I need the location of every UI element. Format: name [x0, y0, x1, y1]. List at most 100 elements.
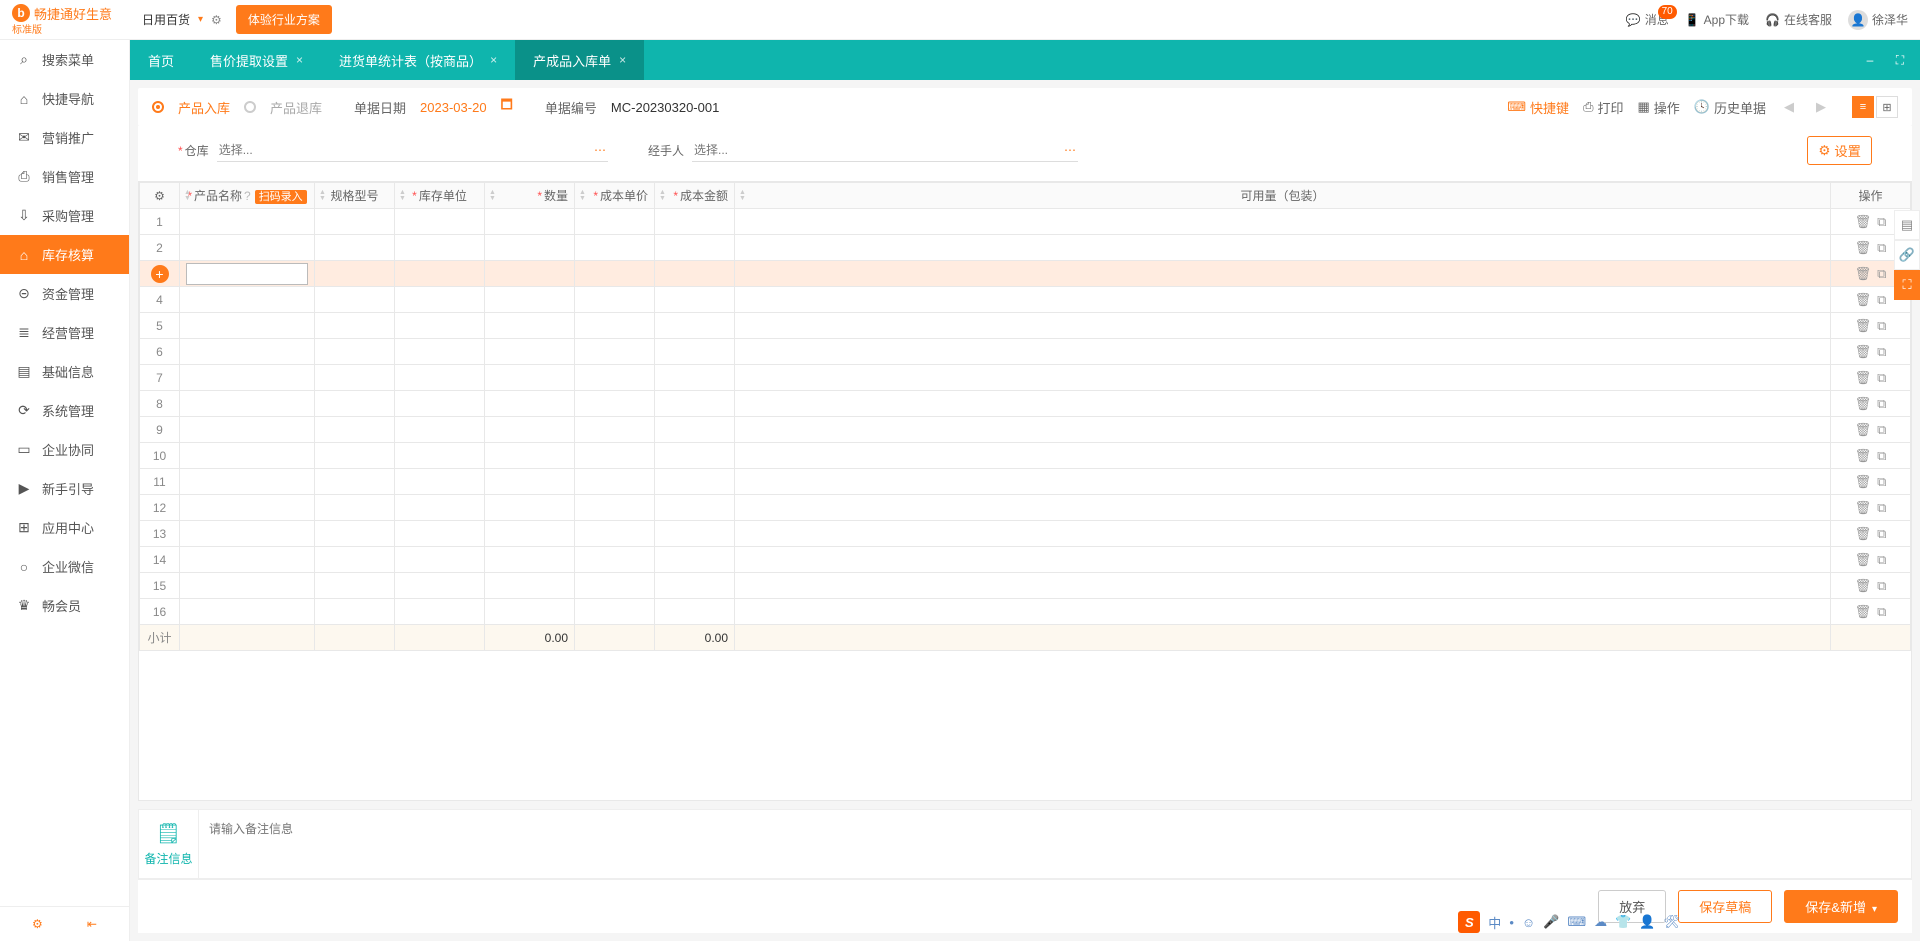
save-draft-button[interactable]: 保存草稿	[1678, 890, 1772, 923]
copy-row-icon[interactable]: ⧉	[1877, 474, 1886, 489]
sidebar-item-14[interactable]: ♛畅会员	[0, 586, 129, 625]
delete-row-icon[interactable]: 🗑	[1855, 292, 1872, 307]
ime-icon-8[interactable]: 🛠	[1663, 914, 1680, 930]
gear-icon[interactable]: ⚙	[211, 13, 222, 27]
th-price[interactable]: ▲▼*成本单价	[575, 183, 655, 209]
delete-row-icon[interactable]: 🗑	[1855, 266, 1872, 281]
delete-row-icon[interactable]: 🗑	[1855, 240, 1872, 255]
copy-row-icon[interactable]: ⧉	[1877, 526, 1886, 541]
delete-row-icon[interactable]: 🗑	[1855, 552, 1872, 567]
warehouse-picker-icon[interactable]: ⋯	[594, 143, 606, 157]
settings-button[interactable]: ⚙设置	[1807, 136, 1872, 165]
sidebar-item-5[interactable]: ⌂库存核算	[0, 235, 129, 274]
sidebar-item-2[interactable]: ✉营销推广	[0, 118, 129, 157]
sidebar-item-10[interactable]: ▭企业协同	[0, 430, 129, 469]
calendar-icon[interactable]: 🗖	[501, 96, 513, 118]
copy-row-icon[interactable]: ⧉	[1877, 370, 1886, 385]
table-row[interactable]: 6🗑⧉	[140, 339, 1911, 365]
table-row[interactable]: +🗑⧉	[140, 261, 1911, 287]
copy-row-icon[interactable]: ⧉	[1877, 214, 1886, 229]
table-row[interactable]: 14🗑⧉	[140, 547, 1911, 573]
sidebar-item-4[interactable]: ⇩采购管理	[0, 196, 129, 235]
sidebar-item-8[interactable]: ▤基础信息	[0, 352, 129, 391]
sidebar-item-13[interactable]: ○企业微信	[0, 547, 129, 586]
copy-row-icon[interactable]: ⧉	[1877, 500, 1886, 515]
ime-lang[interactable]: 中	[1488, 913, 1501, 932]
help-icon[interactable]: ?	[244, 189, 251, 203]
tab-0[interactable]: 首页	[130, 40, 192, 80]
copy-row-icon[interactable]: ⧉	[1877, 578, 1886, 593]
close-icon[interactable]: ×	[296, 53, 303, 67]
copy-row-icon[interactable]: ⧉	[1877, 396, 1886, 411]
float-btn-2[interactable]: 🔗	[1894, 240, 1920, 270]
tab-2[interactable]: 进货单统计表（按商品）×	[321, 40, 515, 80]
delete-row-icon[interactable]: 🗑	[1855, 344, 1872, 359]
th-unit[interactable]: ▲▼*库存单位	[395, 183, 485, 209]
delete-row-icon[interactable]: 🗑	[1855, 214, 1872, 229]
close-icon[interactable]: ×	[490, 53, 497, 67]
tab-1[interactable]: 售价提取设置×	[192, 40, 321, 80]
operate-link[interactable]: ▦操作	[1637, 98, 1679, 117]
th-avail[interactable]: ▲▼可用量（包装）	[735, 183, 1831, 209]
view-card-button[interactable]: ⊞	[1876, 96, 1898, 118]
table-row[interactable]: 16🗑⧉	[140, 599, 1911, 625]
copy-row-icon[interactable]: ⧉	[1877, 240, 1886, 255]
table-row[interactable]: 2🗑⧉	[140, 235, 1911, 261]
copy-row-icon[interactable]: ⧉	[1877, 318, 1886, 333]
ime-icon-2[interactable]: ☺	[1522, 915, 1535, 930]
th-qty[interactable]: ▲▼*数量	[485, 183, 575, 209]
app-download-link[interactable]: 📱 App下载	[1685, 11, 1749, 28]
float-btn-1[interactable]: ▤	[1894, 210, 1920, 240]
next-doc-button[interactable]: ▶	[1812, 99, 1830, 115]
radio-product-out[interactable]	[244, 101, 256, 113]
print-link[interactable]: ⎙打印	[1583, 98, 1623, 117]
expand-button[interactable]: ⛶	[1888, 48, 1912, 72]
warehouse-input[interactable]	[219, 143, 594, 157]
copy-row-icon[interactable]: ⧉	[1877, 266, 1886, 281]
sidebar-item-7[interactable]: ≣经营管理	[0, 313, 129, 352]
th-product-name[interactable]: ▲▼*产品名称?扫码录入	[180, 183, 315, 209]
handler-picker-icon[interactable]: ⋯	[1064, 143, 1076, 157]
copy-row-icon[interactable]: ⧉	[1877, 448, 1886, 463]
scope-selector[interactable]: 日用百货 ▾	[142, 11, 203, 28]
table-row[interactable]: 10🗑⧉	[140, 443, 1911, 469]
sidebar-item-11[interactable]: ▶新手引导	[0, 469, 129, 508]
product-name-input[interactable]	[186, 263, 308, 285]
shortcut-link[interactable]: ⌨快捷键	[1507, 98, 1569, 117]
view-list-button[interactable]: ≡	[1852, 96, 1874, 118]
save-new-button[interactable]: 保存&新增▾	[1784, 890, 1898, 923]
delete-row-icon[interactable]: 🗑	[1855, 526, 1872, 541]
prev-doc-button[interactable]: ◀	[1780, 99, 1798, 115]
tab-3[interactable]: 产成品入库单×	[515, 40, 644, 80]
table-row[interactable]: 7🗑⧉	[140, 365, 1911, 391]
th-amount[interactable]: ▲▼*成本金额	[655, 183, 735, 209]
ime-icon-5[interactable]: ☁	[1594, 914, 1607, 930]
table-row[interactable]: 12🗑⧉	[140, 495, 1911, 521]
delete-row-icon[interactable]: 🗑	[1855, 370, 1872, 385]
doc-date-value[interactable]: 2023-03-20	[420, 100, 487, 115]
radio-product-in[interactable]	[152, 101, 164, 113]
ime-icon-1[interactable]: •	[1509, 915, 1514, 930]
delete-row-icon[interactable]: 🗑	[1855, 578, 1872, 593]
sidebar-item-0[interactable]: ⌕搜索菜单	[0, 40, 129, 79]
delete-row-icon[interactable]: 🗑	[1855, 396, 1872, 411]
remarks-input[interactable]	[199, 810, 1911, 878]
minimize-button[interactable]: –	[1858, 48, 1882, 72]
delete-row-icon[interactable]: 🗑	[1855, 500, 1872, 515]
sidebar-settings-icon[interactable]: ⚙	[32, 917, 43, 931]
sidebar-item-1[interactable]: ⌂快捷导航	[0, 79, 129, 118]
user-menu[interactable]: 👤 徐泽华	[1848, 10, 1908, 30]
delete-row-icon[interactable]: 🗑	[1855, 318, 1872, 333]
delete-row-icon[interactable]: 🗑	[1855, 604, 1872, 619]
delete-row-icon[interactable]: 🗑	[1855, 448, 1872, 463]
close-icon[interactable]: ×	[619, 53, 626, 67]
delete-row-icon[interactable]: 🗑	[1855, 474, 1872, 489]
table-row[interactable]: 11🗑⧉	[140, 469, 1911, 495]
history-link[interactable]: 🕓历史单据	[1694, 98, 1766, 117]
support-link[interactable]: 🎧 在线客服	[1765, 11, 1832, 28]
ime-logo-icon[interactable]: S	[1458, 911, 1480, 933]
table-row[interactable]: 8🗑⧉	[140, 391, 1911, 417]
copy-row-icon[interactable]: ⧉	[1877, 422, 1886, 437]
sidebar-collapse-icon[interactable]: ⇤	[87, 917, 97, 931]
delete-row-icon[interactable]: 🗑	[1855, 422, 1872, 437]
